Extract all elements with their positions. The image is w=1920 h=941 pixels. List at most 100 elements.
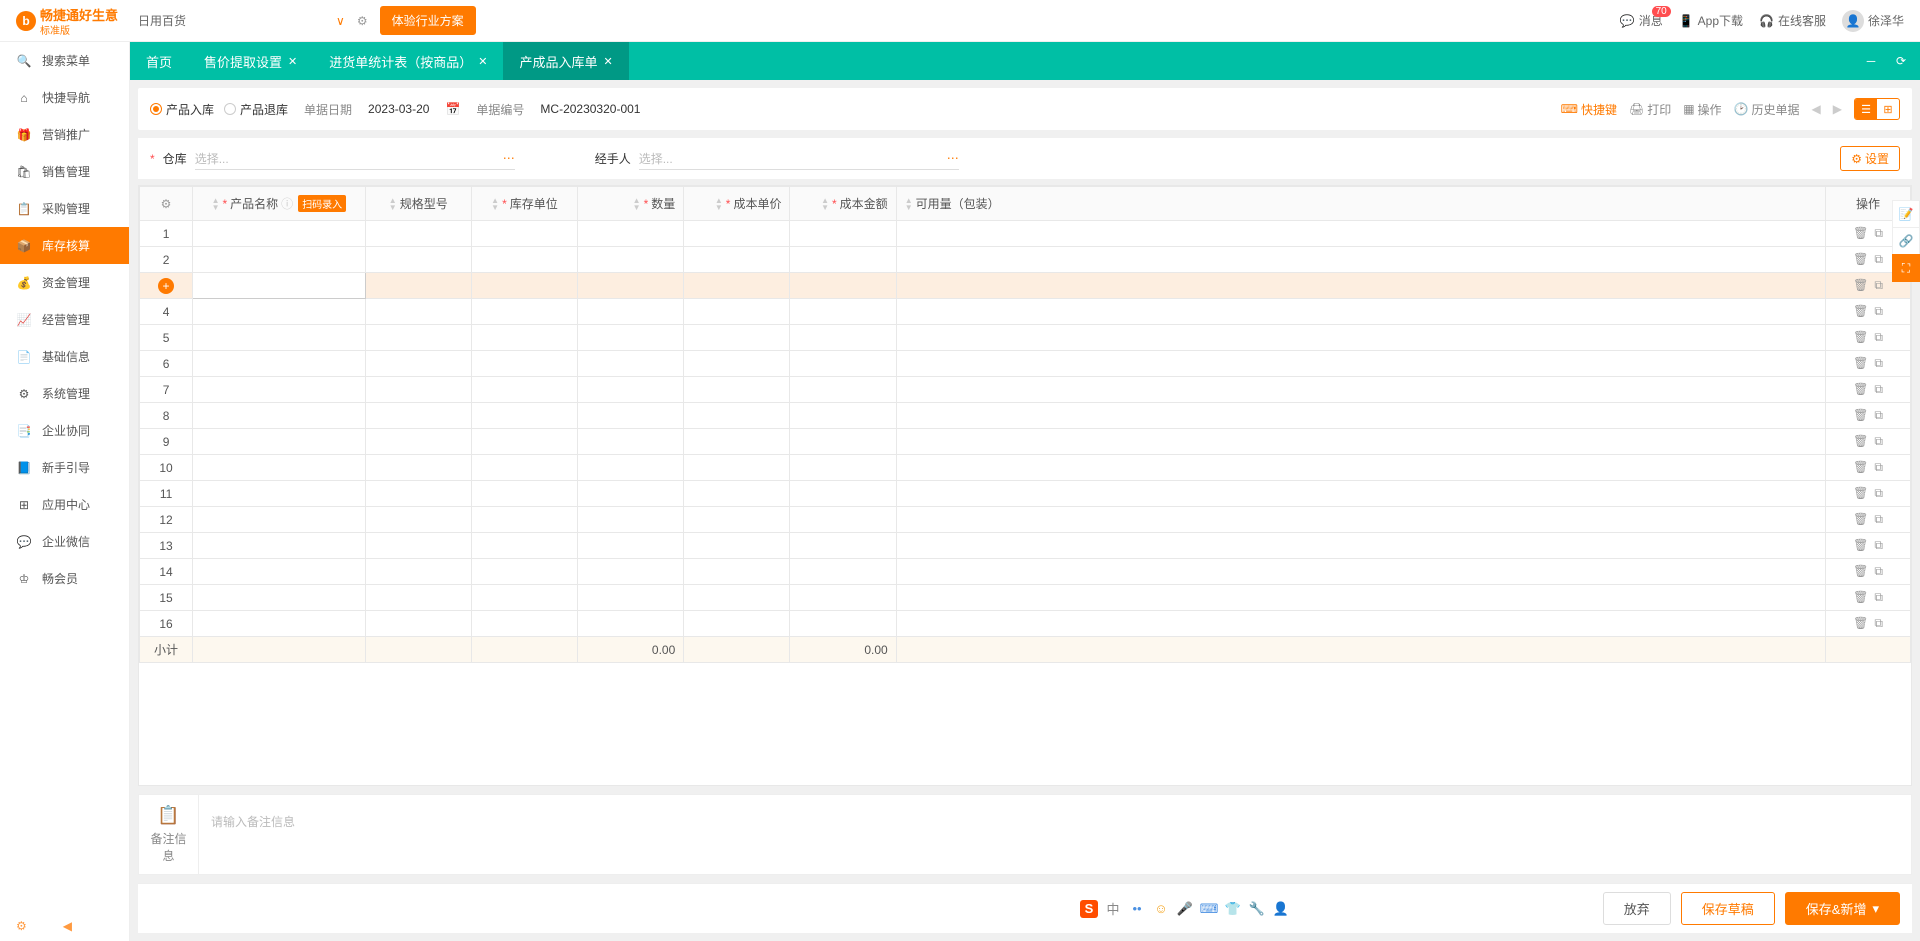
tab-refresh-icon[interactable]: ⟳ bbox=[1890, 50, 1912, 72]
settings-button[interactable]: ⚙ 设置 bbox=[1840, 146, 1900, 171]
delete-icon[interactable]: 🗑 bbox=[1853, 226, 1868, 240]
product-name-cell[interactable] bbox=[193, 299, 366, 325]
sort-icon[interactable]: ▲▼ bbox=[491, 197, 499, 211]
table-row[interactable]: 4🗑⧉ bbox=[140, 299, 1911, 325]
warehouse-select[interactable]: 选择... ⋯ bbox=[195, 148, 515, 170]
tab[interactable]: 产成品入库单✕ bbox=[503, 42, 628, 80]
save-draft-button[interactable]: 保存草稿 bbox=[1681, 892, 1775, 925]
messages-button[interactable]: 💬 消息 70 bbox=[1620, 12, 1663, 29]
product-name-cell[interactable] bbox=[193, 507, 366, 533]
prev-icon[interactable]: ◀ bbox=[1812, 102, 1821, 116]
ime-s-icon[interactable]: S bbox=[1080, 900, 1098, 918]
product-name-cell[interactable] bbox=[193, 247, 366, 273]
copy-icon[interactable]: ⧉ bbox=[1874, 512, 1883, 526]
ime-keyboard-icon[interactable]: ⌨ bbox=[1200, 900, 1218, 918]
table-row[interactable]: 9🗑⧉ bbox=[140, 429, 1911, 455]
copy-icon[interactable]: ⧉ bbox=[1874, 590, 1883, 604]
tab[interactable]: 进货单统计表（按商品）✕ bbox=[313, 42, 503, 80]
operations-button[interactable]: ▦ 操作 bbox=[1683, 101, 1721, 118]
more-icon[interactable]: ⋯ bbox=[947, 151, 959, 165]
view-list-icon[interactable]: ☰ bbox=[1855, 99, 1877, 119]
table-row[interactable]: 15🗑⧉ bbox=[140, 585, 1911, 611]
product-name-cell[interactable] bbox=[193, 611, 366, 637]
sidebar-item[interactable]: 📦库存核算 bbox=[0, 227, 129, 264]
next-icon[interactable]: ▶ bbox=[1833, 102, 1842, 116]
shortcut-button[interactable]: ⌨ 快捷键 bbox=[1561, 101, 1617, 118]
delete-icon[interactable]: 🗑 bbox=[1853, 278, 1868, 292]
category-dropdown[interactable]: 日用百货 ∨ bbox=[138, 12, 345, 29]
delete-icon[interactable]: 🗑 bbox=[1853, 382, 1868, 396]
copy-icon[interactable]: ⧉ bbox=[1874, 486, 1883, 500]
table-row[interactable]: 16🗑⧉ bbox=[140, 611, 1911, 637]
table-row[interactable]: 5🗑⧉ bbox=[140, 325, 1911, 351]
ime-skin-icon[interactable]: 👕 bbox=[1224, 900, 1242, 918]
sort-icon[interactable]: ▲▼ bbox=[633, 197, 641, 211]
settings-gear-icon[interactable]: ⚙ bbox=[16, 919, 27, 933]
user-menu[interactable]: 👤 徐泽华 bbox=[1842, 10, 1904, 32]
copy-icon[interactable]: ⧉ bbox=[1874, 408, 1883, 422]
sidebar-item[interactable]: ♔畅会员 bbox=[0, 560, 129, 597]
sidebar-item[interactable]: 🎁营销推广 bbox=[0, 116, 129, 153]
delete-icon[interactable]: 🗑 bbox=[1853, 434, 1868, 448]
tab[interactable]: 售价提取设置✕ bbox=[188, 42, 313, 80]
close-icon[interactable]: ✕ bbox=[478, 55, 487, 68]
float-expand-icon[interactable]: ⛶ bbox=[1892, 254, 1920, 282]
copy-icon[interactable]: ⧉ bbox=[1874, 616, 1883, 630]
close-icon[interactable]: ✕ bbox=[288, 55, 297, 68]
save-new-button[interactable]: 保存&新增 ▾ bbox=[1785, 892, 1900, 925]
ime-cn-icon[interactable]: 中 bbox=[1104, 900, 1122, 918]
copy-icon[interactable]: ⧉ bbox=[1874, 356, 1883, 370]
copy-icon[interactable]: ⧉ bbox=[1874, 434, 1883, 448]
delete-icon[interactable]: 🗑 bbox=[1853, 616, 1868, 630]
sidebar-item[interactable]: 📈经营管理 bbox=[0, 301, 129, 338]
table-row[interactable]: 11🗑⧉ bbox=[140, 481, 1911, 507]
float-note-icon[interactable]: 📝 bbox=[1892, 200, 1920, 228]
product-name-cell[interactable] bbox=[193, 377, 366, 403]
ime-mic-icon[interactable]: 🎤 bbox=[1176, 900, 1194, 918]
calendar-icon[interactable]: 📅 bbox=[445, 102, 460, 116]
sort-icon[interactable]: ▲▼ bbox=[715, 197, 723, 211]
handler-select[interactable]: 选择... ⋯ bbox=[639, 148, 959, 170]
product-name-cell[interactable] bbox=[193, 559, 366, 585]
table-row[interactable]: 12🗑⧉ bbox=[140, 507, 1911, 533]
product-name-cell[interactable] bbox=[193, 429, 366, 455]
sidebar-item[interactable]: 💬企业微信 bbox=[0, 523, 129, 560]
sort-icon[interactable]: ▲▼ bbox=[389, 197, 397, 211]
ime-tool-icon[interactable]: 🔧 bbox=[1248, 900, 1266, 918]
date-value[interactable]: 2023-03-20 bbox=[368, 102, 429, 116]
print-button[interactable]: 🖨 打印 bbox=[1629, 101, 1671, 118]
copy-icon[interactable]: ⧉ bbox=[1874, 564, 1883, 578]
view-card-icon[interactable]: ⊞ bbox=[1877, 99, 1899, 119]
copy-icon[interactable]: ⧉ bbox=[1874, 252, 1883, 266]
radio-product-in[interactable]: 产品入库 bbox=[150, 101, 214, 118]
product-name-cell[interactable] bbox=[193, 455, 366, 481]
table-row[interactable]: 7🗑⧉ bbox=[140, 377, 1911, 403]
table-row[interactable]: 13🗑⧉ bbox=[140, 533, 1911, 559]
table-row[interactable]: 2🗑⧉ bbox=[140, 247, 1911, 273]
table-row[interactable]: 6🗑⧉ bbox=[140, 351, 1911, 377]
remark-input[interactable]: 请输入备注信息 bbox=[199, 795, 1911, 874]
sidebar-item[interactable]: ⊞应用中心 bbox=[0, 486, 129, 523]
copy-icon[interactable]: ⧉ bbox=[1874, 330, 1883, 344]
app-download-button[interactable]: 📱 App下载 bbox=[1679, 12, 1743, 29]
copy-icon[interactable]: ⧉ bbox=[1874, 278, 1883, 292]
online-service-button[interactable]: 🎧 在线客服 bbox=[1759, 12, 1826, 29]
copy-icon[interactable]: ⧉ bbox=[1874, 538, 1883, 552]
tab[interactable]: 首页 bbox=[130, 42, 188, 80]
sidebar-item[interactable]: 🛍销售管理 bbox=[0, 153, 129, 190]
sidebar-item[interactable]: 📄基础信息 bbox=[0, 338, 129, 375]
ime-user-icon[interactable]: 👤 bbox=[1272, 900, 1290, 918]
radio-product-out[interactable]: 产品退库 bbox=[224, 101, 288, 118]
product-name-cell[interactable] bbox=[193, 585, 366, 611]
product-name-cell[interactable] bbox=[193, 481, 366, 507]
table-row[interactable]: 10🗑⧉ bbox=[140, 455, 1911, 481]
delete-icon[interactable]: 🗑 bbox=[1853, 460, 1868, 474]
sidebar-item[interactable]: ⌂快捷导航 bbox=[0, 79, 129, 116]
gear-icon[interactable]: ⚙ bbox=[357, 14, 368, 28]
delete-icon[interactable]: 🗑 bbox=[1853, 252, 1868, 266]
history-button[interactable]: 🕑 历史单据 bbox=[1734, 101, 1800, 118]
delete-icon[interactable]: 🗑 bbox=[1853, 486, 1868, 500]
sidebar-item[interactable]: 📑企业协同 bbox=[0, 412, 129, 449]
more-icon[interactable]: ⋯ bbox=[503, 151, 515, 165]
float-link-icon[interactable]: 🔗 bbox=[1892, 227, 1920, 255]
